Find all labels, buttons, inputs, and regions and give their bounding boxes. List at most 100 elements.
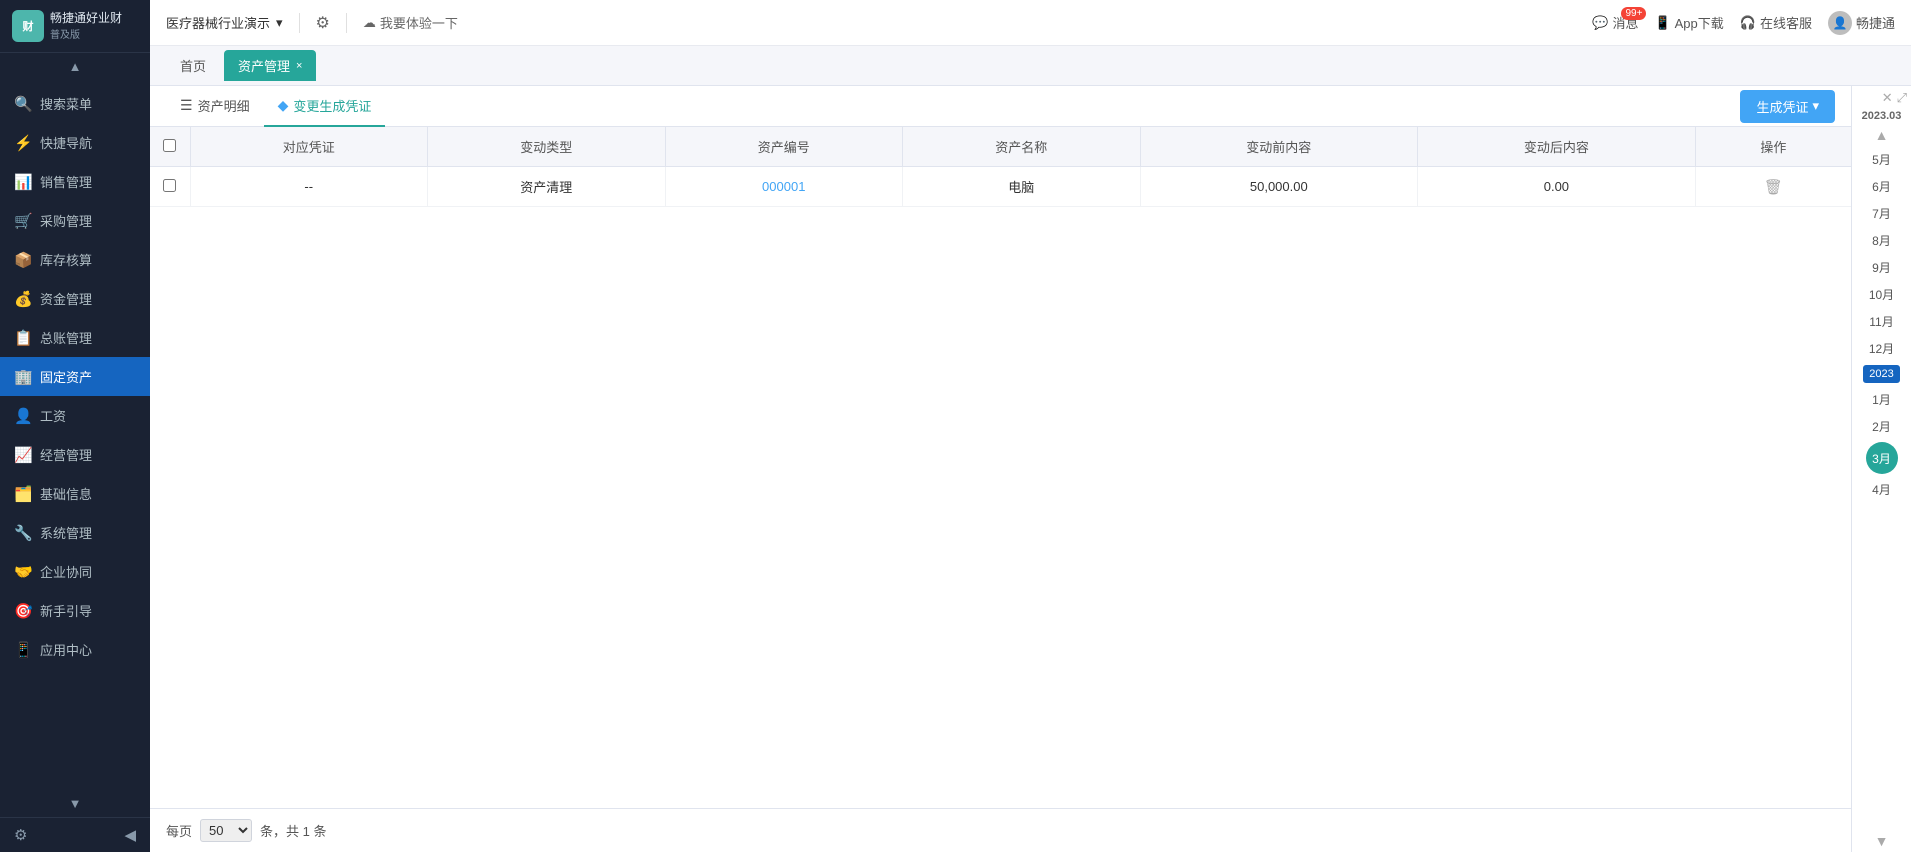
system-icon: 🔧 (14, 524, 32, 542)
purchase-icon: 🛒 (14, 212, 32, 230)
settings-gear-icon[interactable]: ⚙ (316, 13, 330, 33)
tab-home[interactable]: 首页 (166, 50, 220, 81)
sidebar-item-label: 总账管理 (40, 328, 92, 347)
rp-scroll-up-icon[interactable]: ▲ (1875, 124, 1889, 146)
rp-month-9[interactable]: 9月 (1852, 254, 1911, 281)
sidebar-item-label: 应用中心 (40, 640, 92, 659)
app-download-label: App下载 (1675, 13, 1724, 32)
right-panel: ✕ ⤢ 2023.03 ▲ 5月 6月 7月 8月 9月 10月 11月 12月… (1851, 86, 1911, 852)
sidebar-item-label: 资金管理 (40, 289, 92, 308)
sidebar-item-label: 新手引导 (40, 601, 92, 620)
generate-voucher-label: 生成凭证 (1756, 97, 1808, 116)
tab-change-voucher[interactable]: ◆ 变更生成凭证 (264, 86, 386, 127)
sidebar-item-inventory[interactable]: 📦 库存核算 (0, 240, 150, 279)
sidebar-item-cooperation[interactable]: 🤝 企业协同 (0, 552, 150, 591)
sidebar-item-purchase[interactable]: 🛒 采购管理 (0, 201, 150, 240)
rp-month-5[interactable]: 5月 (1852, 146, 1911, 173)
rp-month-12[interactable]: 12月 (1852, 335, 1911, 362)
sidebar-item-fixed-assets[interactable]: 🏢 固定资产 (0, 357, 150, 396)
rp-month-6[interactable]: 6月 (1852, 173, 1911, 200)
sidebar-item-label: 系统管理 (40, 523, 92, 542)
rp-scroll-down-icon[interactable]: ▼ (1875, 830, 1889, 852)
rp-month-11[interactable]: 11月 (1852, 308, 1911, 335)
rp-month-2[interactable]: 2月 (1852, 413, 1911, 440)
row-asset-name: 电脑 (903, 167, 1141, 207)
table-row: -- 资产清理 000001 电脑 50,000.00 0.00 🗑 (150, 167, 1851, 207)
topbar: 医疗器械行业演示 ▾ ⚙ ☁ 我要体验一下 💬 消息 99+ 📱 App下载 🎧… (150, 0, 1911, 46)
right-panel-header: ✕ ⤢ (1852, 86, 1911, 106)
sidebar-item-search[interactable]: 🔍 搜索菜单 (0, 84, 150, 123)
basic-info-icon: 🗂️ (14, 485, 32, 503)
sidebar-item-guide[interactable]: 🎯 新手引导 (0, 591, 150, 630)
experience-button[interactable]: ☁ 我要体验一下 (363, 13, 458, 32)
row-operation: 🗑 (1695, 167, 1851, 207)
sidebar-item-quick-nav[interactable]: ⚡ 快捷导航 (0, 123, 150, 162)
app-download-button[interactable]: 📱 App下载 (1654, 13, 1723, 32)
customer-service-button[interactable]: 🎧 在线客服 (1740, 13, 1812, 32)
sidebar-scroll-down[interactable]: ▼ (0, 790, 150, 817)
sidebar-item-ledger[interactable]: 📋 总账管理 (0, 318, 150, 357)
th-voucher: 对应凭证 (190, 127, 428, 167)
generate-voucher-button[interactable]: 生成凭证 ▾ (1740, 90, 1835, 123)
tab-asset-management[interactable]: 资产管理 × (224, 50, 316, 81)
ledger-icon: 📋 (14, 329, 32, 347)
delete-row-icon[interactable]: 🗑 (1764, 179, 1783, 196)
row-checkbox[interactable] (163, 179, 176, 192)
row-voucher: -- (190, 167, 428, 207)
settings-icon[interactable]: ⚙ (14, 826, 27, 844)
sidebar-scroll-up[interactable]: ▲ (0, 53, 150, 80)
user-name: 畅捷通 (1856, 13, 1895, 32)
rp-month-10[interactable]: 10月 (1852, 281, 1911, 308)
close-panel-icon[interactable]: ✕ (1882, 90, 1893, 106)
payroll-icon: 👤 (14, 407, 32, 425)
app-edition: 普及版 (50, 26, 122, 41)
sidebar-item-sales[interactable]: 📊 销售管理 (0, 162, 150, 201)
sidebar-item-app-center[interactable]: 📱 应用中心 (0, 630, 150, 669)
tabbar: 首页 资产管理 × (150, 46, 1911, 86)
sidebar-item-basic-info[interactable]: 🗂️ 基础信息 (0, 474, 150, 513)
user-menu[interactable]: 👤 畅捷通 (1828, 11, 1895, 35)
per-page-select[interactable]: 50 10 20 100 (200, 819, 252, 842)
rp-month-1[interactable]: 1月 (1852, 386, 1911, 413)
table-wrapper: 对应凭证 变动类型 资产编号 资产名称 变动前内容 变动后内容 操作 (150, 127, 1851, 808)
sidebar-item-label: 基础信息 (40, 484, 92, 503)
sidebar-item-payroll[interactable]: 👤 工资 (0, 396, 150, 435)
guide-icon: 🎯 (14, 602, 32, 620)
topbar-right: 💬 消息 99+ 📱 App下载 🎧 在线客服 👤 畅捷通 (1592, 11, 1895, 35)
cooperation-icon: 🤝 (14, 563, 32, 581)
search-icon: 🔍 (14, 95, 32, 113)
rp-year-2023[interactable]: 2023 (1863, 365, 1899, 383)
th-before-change: 变动前内容 (1140, 127, 1418, 167)
sidebar-item-operations[interactable]: 📈 经营管理 (0, 435, 150, 474)
tab-asset-detail[interactable]: ☰ 资产明细 (166, 86, 264, 127)
rp-month-7[interactable]: 7月 (1852, 200, 1911, 227)
inventory-icon: 📦 (14, 251, 32, 269)
sidebar-item-system[interactable]: 🔧 系统管理 (0, 513, 150, 552)
rp-month-3-active[interactable]: 3月 (1866, 442, 1898, 474)
rp-months-list: 5月 6月 7月 8月 9月 10月 11月 12月 2023 1月 2月 3月… (1852, 146, 1911, 830)
notification-button[interactable]: 💬 消息 99+ (1592, 13, 1638, 32)
tab-active-label: 资产管理 (238, 56, 290, 75)
diamond-icon: ◆ (278, 97, 289, 114)
fixed-assets-icon: 🏢 (14, 368, 32, 386)
company-selector[interactable]: 医疗器械行业演示 ▾ (166, 13, 283, 32)
sidebar-nav: 🔍 搜索菜单 ⚡ 快捷导航 📊 销售管理 🛒 采购管理 📦 库存核算 💰 资金管… (0, 80, 150, 790)
company-name: 医疗器械行业演示 (166, 13, 270, 32)
sidebar-item-funds[interactable]: 💰 资金管理 (0, 279, 150, 318)
collapse-sidebar-icon[interactable]: ◀ (124, 826, 136, 844)
notification-badge: 99+ (1621, 7, 1646, 20)
expand-panel-icon[interactable]: ⤢ (1897, 90, 1907, 106)
app-logo: 财 畅捷通好业财 普及版 (0, 0, 150, 53)
topbar-divider2 (346, 13, 347, 33)
sales-icon: 📊 (14, 173, 32, 191)
inner-tab2-label: 变更生成凭证 (293, 96, 371, 115)
asset-code-link[interactable]: 000001 (762, 179, 805, 194)
select-all-checkbox[interactable] (163, 139, 176, 152)
rp-year-label: 2023.03 (1862, 106, 1902, 124)
tab-close-icon[interactable]: × (296, 60, 302, 72)
operations-icon: 📈 (14, 446, 32, 464)
sidebar-item-label: 工资 (40, 406, 66, 425)
rp-month-4[interactable]: 4月 (1852, 476, 1911, 503)
tab-home-label: 首页 (180, 59, 206, 74)
rp-month-8[interactable]: 8月 (1852, 227, 1911, 254)
